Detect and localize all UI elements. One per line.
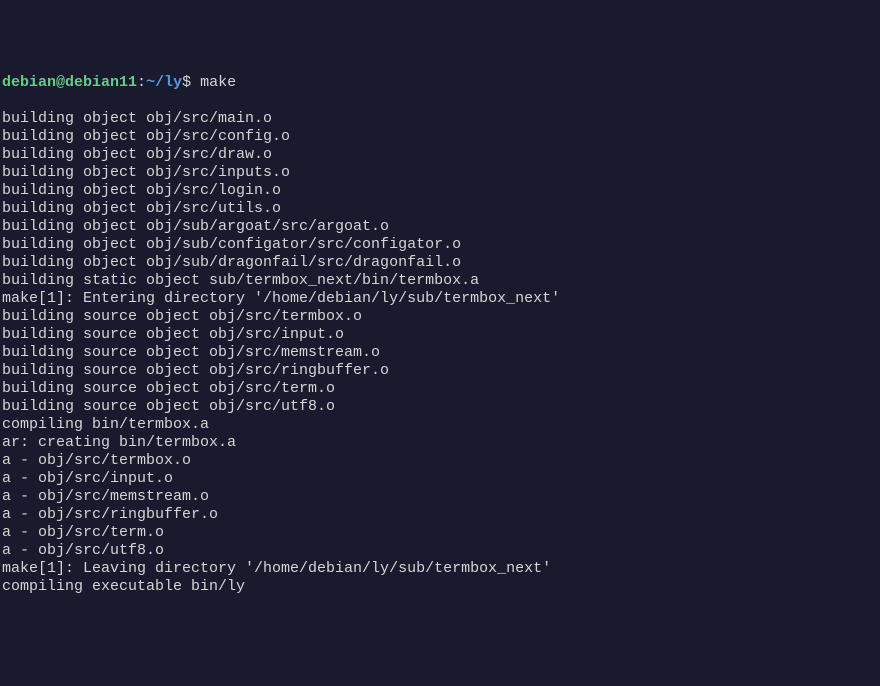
terminal-output: building object obj/src/main.obuilding o… bbox=[2, 110, 878, 596]
output-line: building source object obj/src/utf8.o bbox=[2, 398, 878, 416]
prompt-user: debian bbox=[2, 74, 56, 91]
output-line: building source object obj/src/termbox.o bbox=[2, 308, 878, 326]
output-line: a - obj/src/term.o bbox=[2, 524, 878, 542]
output-line: building static object sub/termbox_next/… bbox=[2, 272, 878, 290]
output-line: building source object obj/src/ringbuffe… bbox=[2, 362, 878, 380]
output-line: make[1]: Entering directory '/home/debia… bbox=[2, 290, 878, 308]
output-line: building source object obj/src/term.o bbox=[2, 380, 878, 398]
output-line: compiling bin/termbox.a bbox=[2, 416, 878, 434]
output-line: ar: creating bin/termbox.a bbox=[2, 434, 878, 452]
output-line: building object obj/src/utils.o bbox=[2, 200, 878, 218]
command-input: make bbox=[200, 74, 236, 91]
output-line: building object obj/src/config.o bbox=[2, 128, 878, 146]
prompt-host: debian11 bbox=[65, 74, 137, 91]
output-line: a - obj/src/utf8.o bbox=[2, 542, 878, 560]
terminal-prompt-line[interactable]: debian@debian11:~/ly$ make bbox=[2, 74, 878, 92]
output-line: building object obj/src/inputs.o bbox=[2, 164, 878, 182]
prompt-path: ~/ly bbox=[146, 74, 182, 91]
output-line: building object obj/sub/dragonfail/src/d… bbox=[2, 254, 878, 272]
output-line: building object obj/sub/configator/src/c… bbox=[2, 236, 878, 254]
output-line: a - obj/src/input.o bbox=[2, 470, 878, 488]
output-line: compiling executable bin/ly bbox=[2, 578, 878, 596]
prompt-dollar: $ bbox=[182, 74, 200, 91]
output-line: building object obj/sub/argoat/src/argoa… bbox=[2, 218, 878, 236]
output-line: building object obj/src/draw.o bbox=[2, 146, 878, 164]
output-line: building object obj/src/main.o bbox=[2, 110, 878, 128]
output-line: a - obj/src/ringbuffer.o bbox=[2, 506, 878, 524]
output-line: building object obj/src/login.o bbox=[2, 182, 878, 200]
output-line: make[1]: Leaving directory '/home/debian… bbox=[2, 560, 878, 578]
output-line: building source object obj/src/memstream… bbox=[2, 344, 878, 362]
output-line: building source object obj/src/input.o bbox=[2, 326, 878, 344]
prompt-colon: : bbox=[137, 74, 146, 91]
output-line: a - obj/src/termbox.o bbox=[2, 452, 878, 470]
output-line: a - obj/src/memstream.o bbox=[2, 488, 878, 506]
prompt-at: @ bbox=[56, 74, 65, 91]
